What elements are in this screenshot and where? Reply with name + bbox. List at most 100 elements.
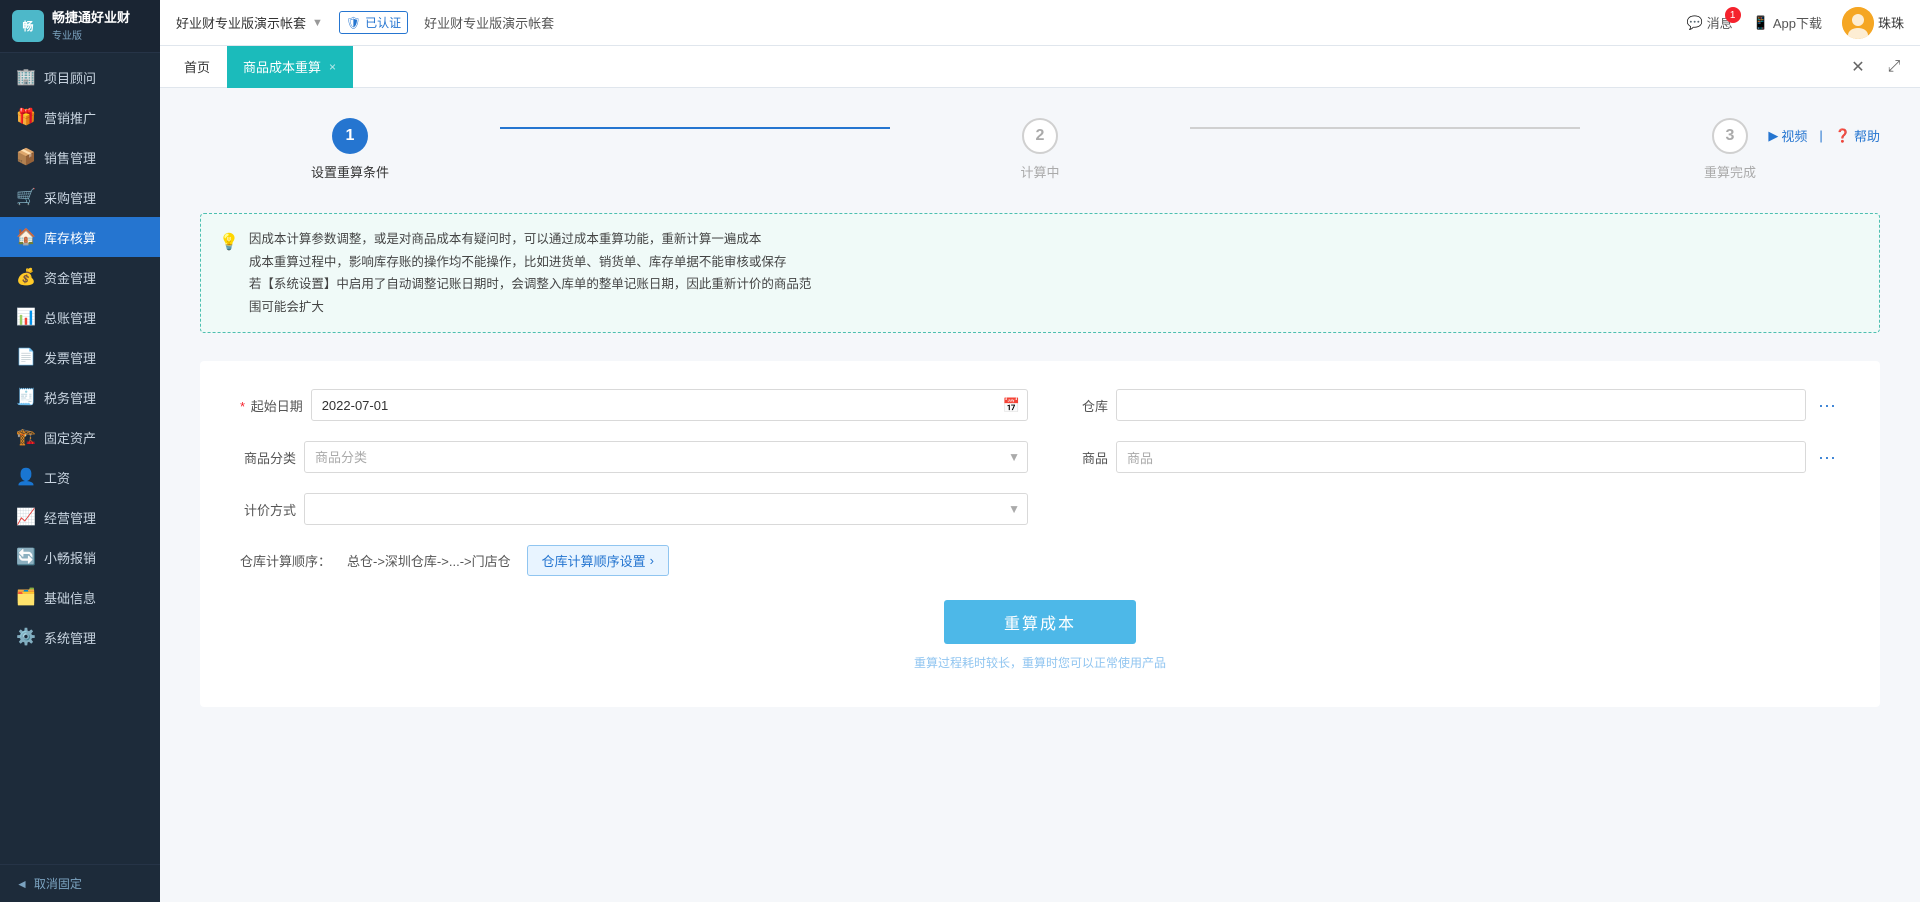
start-date-label: * 起始日期 <box>240 396 303 415</box>
category-select[interactable]: 商品分类 <box>304 441 1028 473</box>
sidebar-item-label: 经营管理 <box>44 508 96 527</box>
price-method-label: 计价方式 <box>240 500 296 519</box>
shield-icon: 🛡 <box>346 16 361 30</box>
step-1: 1 设置重算条件 <box>200 118 500 181</box>
tabs-right: ✕ ⤢ <box>1844 53 1920 81</box>
warehouse-order-label: 仓库计算顺序： <box>240 551 331 570</box>
sidebar-item-finance[interactable]: 💰 资金管理 <box>0 257 160 297</box>
warehouse-order-value: 总仓->深圳仓库->...->门店仓 <box>347 551 511 570</box>
steps-actions: ▶ 视频 | ❓ 帮助 <box>1768 126 1880 145</box>
recalc-button[interactable]: 重算成本 <box>944 600 1136 644</box>
sidebar-item-expense[interactable]: 🔄 小畅报销 <box>0 537 160 577</box>
sidebar-item-marketing[interactable]: 🎁 营销推广 <box>0 97 160 137</box>
goods-input[interactable]: 商品 <box>1116 441 1806 473</box>
account-selector[interactable]: 好业财专业版演示帐套 ▼ <box>176 13 323 32</box>
warehouse-order-btn[interactable]: 仓库计算顺序设置 › <box>527 545 669 576</box>
warehouse-input[interactable] <box>1116 389 1806 421</box>
sidebar-footer[interactable]: ◄ 取消固定 <box>0 864 160 902</box>
content-area: 1 设置重算条件 2 计算中 3 重算完成 ▶ 视频 <box>160 88 1920 902</box>
invoice-icon: 📄 <box>16 347 36 367</box>
tab-home[interactable]: 首页 <box>168 46 227 88</box>
form-row-1: * 起始日期 📅 仓库 ··· <box>240 389 1840 421</box>
app-subtitle: 专业版 <box>52 27 130 42</box>
sidebar-item-inventory[interactable]: 🏠 库存核算 <box>0 217 160 257</box>
form-row-3: 计价方式 ▼ <box>240 493 1840 525</box>
tab-close-icon[interactable]: × <box>329 60 336 74</box>
sidebar-item-basic[interactable]: 🗂️ 基础信息 <box>0 577 160 617</box>
verified-company: 好业财专业版演示帐套 <box>424 13 554 32</box>
sidebar-nav: 🏢 项目顾问 🎁 营销推广 📦 销售管理 🛒 采购管理 🏠 库存核算 💰 资金管… <box>0 53 160 864</box>
marketing-icon: 🎁 <box>16 107 36 127</box>
sidebar-item-purchase[interactable]: 🛒 采购管理 <box>0 177 160 217</box>
step-2: 2 计算中 <box>890 118 1190 181</box>
info-icon: 💡 <box>219 229 239 318</box>
svg-text:畅: 畅 <box>23 19 34 33</box>
warehouse-order-btn-arrow: › <box>650 553 654 568</box>
sidebar-item-label: 发票管理 <box>44 348 96 367</box>
info-line-3: 若【系统设置】中启用了自动调整记账日期时，会调整入库单的整单记账日期，因此重新计… <box>249 273 812 296</box>
category-label: 商品分类 <box>240 448 296 467</box>
tabs-bar: 首页 商品成本重算 × ✕ ⤢ <box>160 46 1920 88</box>
user-profile[interactable]: 珠珠 <box>1842 7 1904 39</box>
recalc-hint: 重算过程耗时较长，重算时您可以正常使用产品 <box>914 654 1166 671</box>
verified-label: 已认证 <box>365 14 401 31</box>
sidebar-item-label: 采购管理 <box>44 188 96 207</box>
category-select-wrap: 商品分类 ▼ <box>304 441 1028 473</box>
sidebar-item-tax[interactable]: 🧾 税务管理 <box>0 377 160 417</box>
help-link[interactable]: ❓ 帮助 <box>1835 126 1880 145</box>
sidebar-item-label: 系统管理 <box>44 628 96 647</box>
sidebar-item-system[interactable]: ⚙️ 系统管理 <box>0 617 160 657</box>
required-mark: * <box>240 399 245 414</box>
goods-label: 商品 <box>1052 448 1108 467</box>
accounting-icon: 📊 <box>16 307 36 327</box>
info-text: 因成本计算参数调整，或是对商品成本有疑问时，可以通过成本重算功能，重新计算一遍成… <box>249 228 812 318</box>
message-badge: 1 <box>1725 7 1741 23</box>
info-line-4: 围可能会扩大 <box>249 296 812 319</box>
sidebar-item-invoice[interactable]: 📄 发票管理 <box>0 337 160 377</box>
goods-dots-icon[interactable]: ··· <box>1814 447 1840 468</box>
info-line-1: 因成本计算参数调整，或是对商品成本有疑问时，可以通过成本重算功能，重新计算一遍成… <box>249 228 812 251</box>
purchase-icon: 🛒 <box>16 187 36 207</box>
sidebar-item-payroll[interactable]: 👤 工资 <box>0 457 160 497</box>
play-icon: ▶ <box>1768 128 1778 144</box>
system-icon: ⚙️ <box>16 627 36 647</box>
app-download-button[interactable]: 📱 App下载 <box>1753 13 1822 32</box>
topbar: 好业财专业版演示帐套 ▼ 🛡 已认证 好业财专业版演示帐套 💬 消息 1 📱 A… <box>160 0 1920 46</box>
help-icon: ❓ <box>1835 128 1851 144</box>
field-category: 商品分类 商品分类 ▼ <box>240 441 1028 473</box>
inventory-icon: 🏠 <box>16 227 36 247</box>
step-2-circle: 2 <box>1022 118 1058 154</box>
start-date-input-wrap: 📅 <box>311 389 1028 421</box>
sidebar: 畅 畅捷通好业财 专业版 🏢 项目顾问 🎁 营销推广 📦 销售管理 🛒 采购管理… <box>0 0 160 902</box>
app-download-label: App下载 <box>1773 13 1822 32</box>
step-3-label: 重算完成 <box>1704 162 1756 181</box>
tax-icon: 🧾 <box>16 387 36 407</box>
sidebar-item-sales[interactable]: 📦 销售管理 <box>0 137 160 177</box>
step-1-circle: 1 <box>332 118 368 154</box>
expand-window-button[interactable]: ⤢ <box>1880 53 1908 81</box>
form-row-2: 商品分类 商品分类 ▼ 商品 商品 ··· <box>240 441 1840 473</box>
calendar-icon[interactable]: 📅 <box>1003 397 1020 414</box>
basic-icon: 🗂️ <box>16 587 36 607</box>
sidebar-item-label: 营销推广 <box>44 108 96 127</box>
sidebar-item-accounting[interactable]: 📊 总账管理 <box>0 297 160 337</box>
video-link[interactable]: ▶ 视频 <box>1768 126 1807 145</box>
help-label: 帮助 <box>1854 126 1880 145</box>
close-window-button[interactable]: ✕ <box>1844 53 1872 81</box>
sidebar-item-assets[interactable]: 🏗️ 固定资产 <box>0 417 160 457</box>
message-icon: 💬 <box>1686 15 1702 31</box>
info-box: 💡 因成本计算参数调整，或是对商品成本有疑问时，可以通过成本重算功能，重新计算一… <box>200 213 1880 333</box>
warehouse-dots-icon[interactable]: ··· <box>1814 395 1840 416</box>
sidebar-item-management[interactable]: 📈 经营管理 <box>0 497 160 537</box>
tab-active-label: 商品成本重算 <box>243 57 321 76</box>
tab-cost-recalc[interactable]: 商品成本重算 × <box>227 46 353 88</box>
message-button[interactable]: 💬 消息 1 <box>1686 13 1732 32</box>
start-date-input[interactable] <box>311 389 1028 421</box>
sidebar-item-project[interactable]: 🏢 项目顾问 <box>0 57 160 97</box>
price-method-select[interactable] <box>304 493 1028 525</box>
step-2-label: 计算中 <box>1020 162 1059 181</box>
account-name: 好业财专业版演示帐套 <box>176 13 306 32</box>
main-area: 好业财专业版演示帐套 ▼ 🛡 已认证 好业财专业版演示帐套 💬 消息 1 📱 A… <box>160 0 1920 902</box>
avatar <box>1842 7 1874 39</box>
verified-badge: 🛡 已认证 <box>339 11 408 34</box>
